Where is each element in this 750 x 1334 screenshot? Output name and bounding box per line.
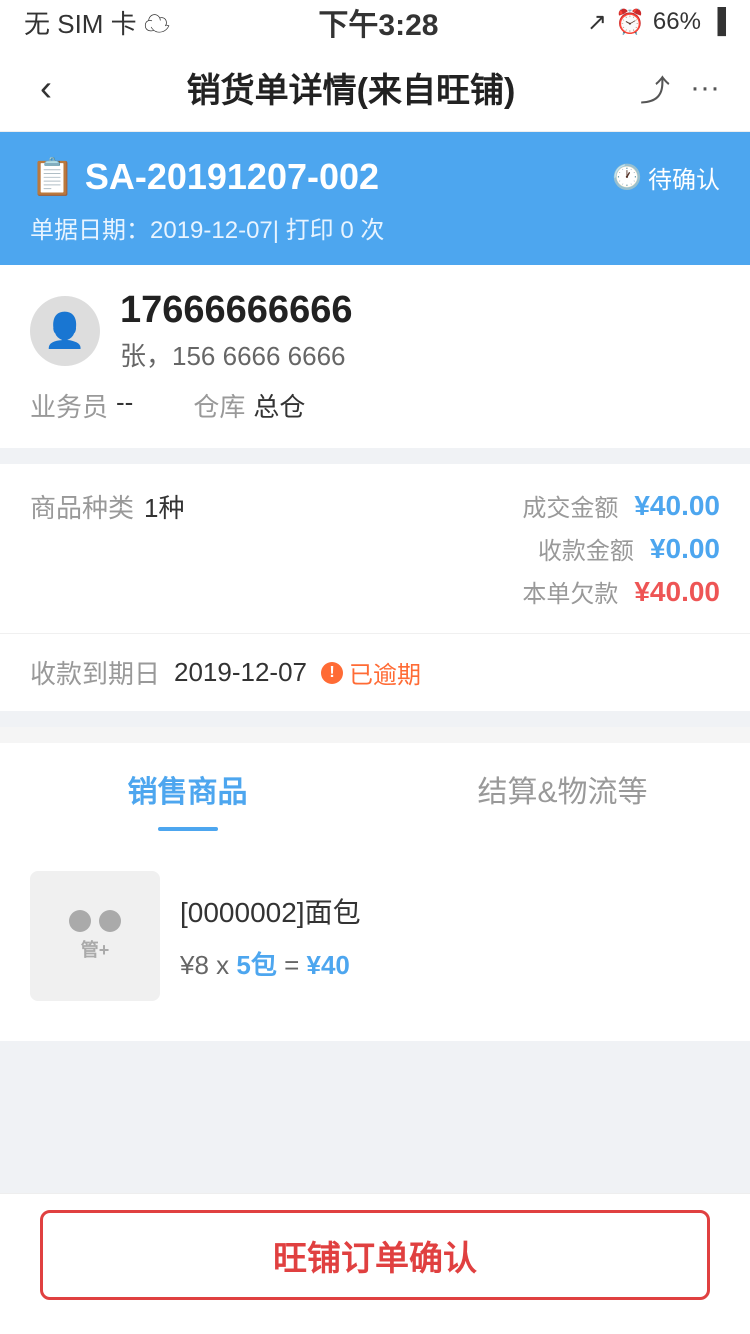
warehouse-value: 总仓 bbox=[253, 387, 305, 424]
due-amount-row: 本单欠款 ¥40.00 bbox=[522, 574, 720, 609]
price-formula-text: ¥8 x 5包 = ¥40 bbox=[180, 950, 350, 980]
page-title: 销货单详情(来自旺铺) bbox=[187, 63, 516, 112]
status-right: ↗ ⏰ 66% ▐ bbox=[587, 8, 726, 37]
order-status: 🕐 待确认 bbox=[612, 160, 720, 195]
deal-amount-value: ¥40.00 bbox=[634, 490, 720, 522]
overdue-icon: ! bbox=[321, 662, 343, 684]
order-date: 单据日期：2019-12-07| 打印 0 次 bbox=[30, 210, 720, 245]
due-date-label: 收款到期日 bbox=[30, 654, 160, 691]
customer-section: 👤 17666666666 张，156 6666 6666 业务员 -- 仓库 … bbox=[0, 265, 750, 448]
owl-eye-left bbox=[69, 910, 91, 932]
sales-item: 业务员 -- bbox=[30, 387, 133, 424]
product-item: 管+ [0000002]面包 ¥8 x 5包 = ¥40 bbox=[30, 851, 720, 1021]
owl-eyes bbox=[69, 910, 121, 932]
confirm-order-button[interactable]: 旺铺订单确认 bbox=[40, 1210, 710, 1300]
order-icon: 📋 bbox=[30, 156, 75, 198]
location-icon: ↗ bbox=[587, 8, 607, 37]
product-logo: 管+ bbox=[69, 910, 121, 962]
status-time: 下午3:28 bbox=[318, 0, 438, 44]
overdue-text: 已逾期 bbox=[349, 655, 421, 690]
share-icon[interactable]: ⤴ bbox=[640, 66, 670, 110]
received-amount-value: ¥0.00 bbox=[650, 533, 720, 565]
battery-icon: ▐ bbox=[709, 8, 726, 36]
sales-value: -- bbox=[116, 387, 133, 424]
product-kind-label: 商品种类 bbox=[30, 488, 134, 525]
due-amount-value: ¥40.00 bbox=[634, 576, 720, 608]
due-date-value: 2019-12-07 bbox=[174, 657, 307, 688]
overdue-badge: ! 已逾期 bbox=[321, 655, 421, 690]
due-date-section: 收款到期日 2019-12-07 ! 已逾期 bbox=[0, 633, 750, 711]
avatar: 👤 bbox=[30, 296, 100, 366]
customer-info: 17666666666 张，156 6666 6666 bbox=[120, 289, 352, 373]
nav-right-icons: ⤴ ··· bbox=[640, 66, 720, 110]
product-image: 管+ bbox=[30, 871, 160, 1001]
status-left: 无 SIM 卡 ☁ bbox=[24, 4, 170, 41]
status-bar: 无 SIM 卡 ☁ 下午3:28 ↗ ⏰ 66% ▐ bbox=[0, 0, 750, 44]
products-section: 管+ [0000002]面包 ¥8 x 5包 = ¥40 bbox=[0, 831, 750, 1041]
owl-eye-right bbox=[99, 910, 121, 932]
sim-status: 无 SIM 卡 ☁ bbox=[24, 4, 170, 41]
warehouse-item: 仓库 总仓 bbox=[193, 387, 305, 424]
due-amount-label: 本单欠款 bbox=[522, 574, 618, 609]
stats-left: 商品种类 1种 bbox=[30, 488, 375, 525]
divider-1 bbox=[0, 448, 750, 464]
divider-2 bbox=[0, 711, 750, 727]
bottom-bar: 旺铺订单确认 bbox=[0, 1193, 750, 1334]
customer-row: 👤 17666666666 张，156 6666 6666 bbox=[30, 289, 720, 373]
customer-meta: 业务员 -- 仓库 总仓 bbox=[30, 387, 720, 424]
order-header-top: 📋 SA-20191207-002 🕐 待确认 bbox=[30, 156, 720, 198]
product-name: [0000002]面包 bbox=[180, 891, 720, 931]
stats-section: 商品种类 1种 成交金额 ¥40.00 收款金额 ¥0.00 本单欠款 ¥40.… bbox=[0, 464, 750, 633]
customer-phone: 17666666666 bbox=[120, 289, 352, 332]
product-info: [0000002]面包 ¥8 x 5包 = ¥40 bbox=[180, 891, 720, 982]
customer-name: 张，156 6666 6666 bbox=[120, 336, 352, 373]
tab-products[interactable]: 销售商品 bbox=[0, 743, 375, 831]
product-price: ¥8 x 5包 = ¥40 bbox=[180, 945, 720, 982]
stats-right: 成交金额 ¥40.00 收款金额 ¥0.00 本单欠款 ¥40.00 bbox=[375, 488, 720, 609]
order-header-banner: 📋 SA-20191207-002 🕐 待确认 单据日期：2019-12-07|… bbox=[0, 132, 750, 265]
deal-amount-label: 成交金额 bbox=[522, 488, 618, 523]
product-kind-value: 1种 bbox=[144, 488, 184, 525]
alarm-icon: ⏰ bbox=[615, 8, 645, 37]
order-number: 📋 SA-20191207-002 bbox=[30, 156, 379, 198]
nav-bar: ‹ 销货单详情(来自旺铺) ⤴ ··· bbox=[0, 44, 750, 132]
warehouse-label: 仓库 bbox=[193, 387, 245, 424]
battery-status: 66% bbox=[653, 8, 701, 36]
tabs: 销售商品 结算&物流等 bbox=[0, 743, 750, 831]
received-amount-label: 收款金额 bbox=[538, 531, 634, 566]
clock-icon: 🕐 bbox=[612, 163, 642, 192]
sales-label: 业务员 bbox=[30, 387, 108, 424]
back-button[interactable]: ‹ bbox=[30, 57, 62, 119]
deal-amount-row: 成交金额 ¥40.00 bbox=[522, 488, 720, 523]
owl-text: 管+ bbox=[81, 936, 110, 962]
tab-settlement[interactable]: 结算&物流等 bbox=[375, 743, 750, 831]
received-amount-row: 收款金额 ¥0.00 bbox=[538, 531, 720, 566]
more-icon[interactable]: ··· bbox=[690, 71, 720, 105]
avatar-icon: 👤 bbox=[44, 311, 86, 351]
